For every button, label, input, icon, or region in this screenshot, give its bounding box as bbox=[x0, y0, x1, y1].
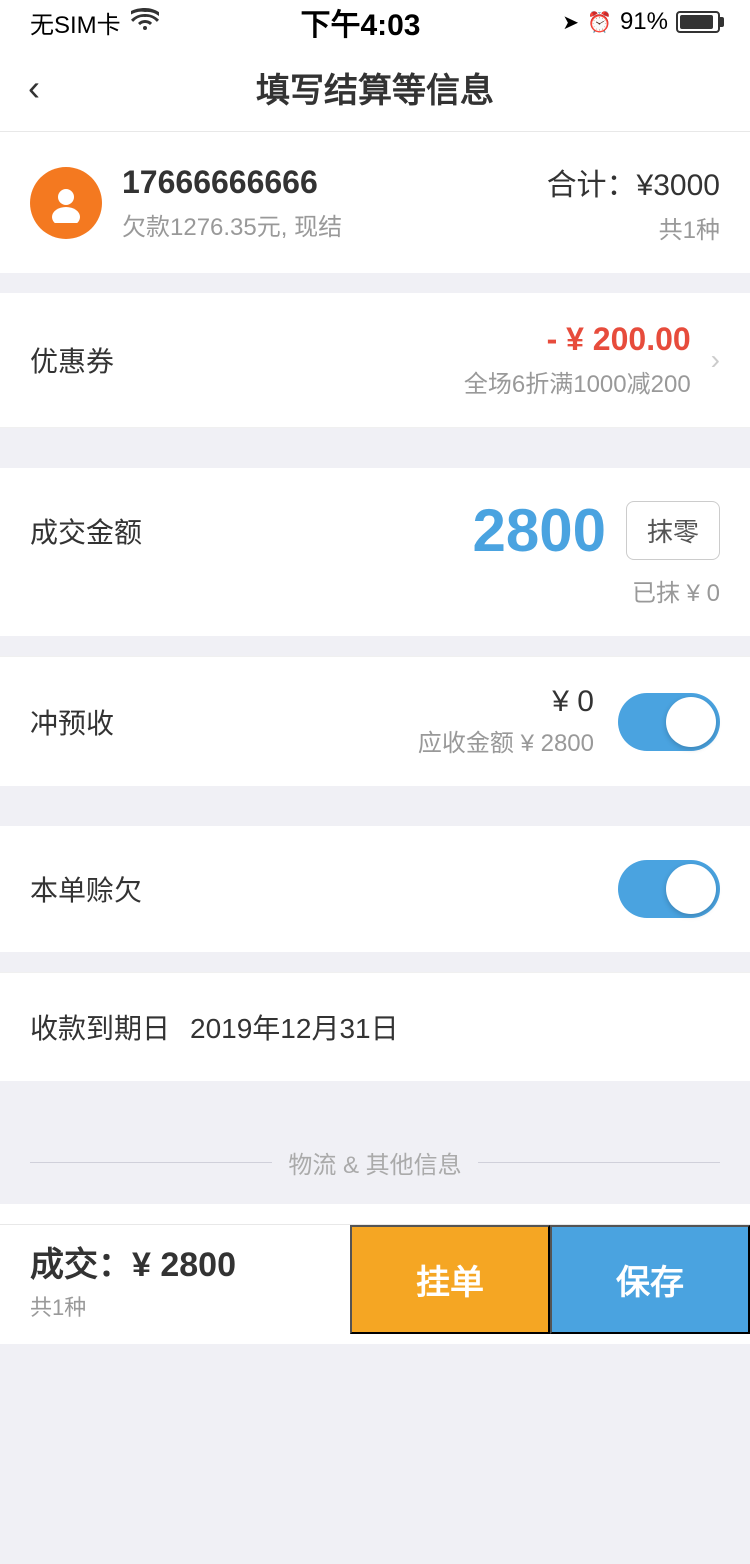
bottom-deal-label: 成交： bbox=[30, 1246, 132, 1284]
total-count: 共1种 bbox=[547, 210, 720, 245]
content-padding bbox=[0, 1364, 750, 1564]
coupon-value: - ¥ 200.00 bbox=[547, 321, 691, 358]
user-left: 17666666666 欠款1276.35元, 现结 bbox=[30, 164, 342, 242]
due-date-value: 2019年12月31日 bbox=[190, 1007, 399, 1047]
status-right: ➤ ⏰ 91% bbox=[562, 8, 720, 36]
logistics-section-title: 物流 & 其他信息 bbox=[288, 1145, 461, 1180]
user-right: 合计：¥3000 共1种 bbox=[547, 160, 720, 245]
due-date-row: 收款到期日 2019年12月31日 bbox=[0, 972, 750, 1081]
no-sim-text: 无SIM卡 bbox=[30, 5, 121, 40]
credit-row: 本单赊欠 bbox=[0, 826, 750, 952]
wifi-icon bbox=[131, 8, 159, 37]
title-line-left bbox=[30, 1162, 272, 1163]
deal-amount-right: 2800 抹零 bbox=[473, 496, 721, 565]
coupon-chevron: › bbox=[711, 344, 720, 376]
user-info-section: 17666666666 欠款1276.35元, 现结 合计：¥3000 共1种 bbox=[0, 132, 750, 273]
coupon-sub: 全场6折满1000减200 bbox=[464, 364, 691, 399]
battery-icon bbox=[676, 11, 720, 33]
prepay-sub: 应收金额 ¥ 2800 bbox=[418, 723, 594, 758]
save-button[interactable]: 保存 bbox=[550, 1225, 750, 1334]
avatar bbox=[30, 167, 102, 239]
back-button[interactable]: ‹ bbox=[28, 67, 40, 109]
deal-amount-row: 成交金额 2800 抹零 bbox=[30, 496, 720, 565]
credit-toggle[interactable] bbox=[618, 860, 720, 918]
deal-sub: 已抹 ¥ 0 bbox=[30, 573, 720, 608]
bottom-summary: 成交：¥ 2800 共1种 bbox=[0, 1225, 350, 1334]
alarm-icon: ⏰ bbox=[587, 10, 612, 35]
divider-1 bbox=[0, 448, 750, 468]
deal-amount-section: 成交金额 2800 抹零 已抹 ¥ 0 bbox=[0, 468, 750, 636]
credit-label: 本单赊欠 bbox=[30, 869, 142, 909]
status-time: 下午4:03 bbox=[300, 0, 420, 44]
battery-text: 91% bbox=[620, 8, 668, 36]
coupon-label: 优惠券 bbox=[30, 340, 114, 380]
status-bar: 无SIM卡 下午4:03 ➤ ⏰ 91% bbox=[0, 0, 750, 44]
divider-2 bbox=[0, 806, 750, 826]
prepay-section: 冲预收 ¥ 0 应收金额 ¥ 2800 bbox=[0, 656, 750, 786]
deal-amount-label: 成交金额 bbox=[30, 511, 142, 551]
toggle-knob bbox=[666, 697, 716, 747]
hang-order-button[interactable]: 挂单 bbox=[350, 1225, 550, 1334]
status-left: 无SIM卡 bbox=[30, 5, 159, 40]
total-amount: 合计：¥3000 bbox=[547, 160, 720, 204]
bottom-bar: 成交：¥ 2800 共1种 挂单 保存 bbox=[0, 1224, 750, 1334]
due-date-label: 收款到期日 bbox=[30, 1007, 170, 1047]
bottom-count: 共1种 bbox=[30, 1290, 320, 1322]
coupon-value-area: - ¥ 200.00 全场6折满1000减200 bbox=[464, 321, 691, 399]
title-line-right bbox=[478, 1162, 720, 1163]
nav-bar: ‹ 填写结算等信息 bbox=[0, 44, 750, 132]
prepay-toggle[interactable] bbox=[618, 693, 720, 751]
user-info-text: 17666666666 欠款1276.35元, 现结 bbox=[122, 164, 342, 242]
user-phone: 17666666666 bbox=[122, 164, 342, 201]
user-debt: 欠款1276.35元, 现结 bbox=[122, 207, 342, 242]
prepay-row: 冲预收 ¥ 0 应收金额 ¥ 2800 bbox=[30, 685, 720, 758]
bottom-deal: 成交：¥ 2800 bbox=[30, 1237, 320, 1286]
divider-3 bbox=[0, 1101, 750, 1121]
deal-amount-value: 2800 bbox=[473, 496, 606, 565]
coupon-row[interactable]: 优惠券 - ¥ 200.00 全场6折满1000减200 › bbox=[0, 293, 750, 428]
credit-toggle-knob bbox=[666, 864, 716, 914]
prepay-right: ¥ 0 应收金额 ¥ 2800 bbox=[418, 685, 594, 758]
prepay-label: 冲预收 bbox=[30, 702, 114, 742]
round-zero-button[interactable]: 抹零 bbox=[626, 501, 720, 560]
user-info-row: 17666666666 欠款1276.35元, 现结 合计：¥3000 共1种 bbox=[0, 132, 750, 273]
page-title: 填写结算等信息 bbox=[256, 63, 494, 112]
bottom-deal-amount: ¥ 2800 bbox=[132, 1246, 236, 1284]
logistics-section-title-row: 物流 & 其他信息 bbox=[0, 1121, 750, 1204]
location-icon: ➤ bbox=[562, 10, 579, 35]
prepay-amount: ¥ 0 bbox=[552, 685, 594, 719]
